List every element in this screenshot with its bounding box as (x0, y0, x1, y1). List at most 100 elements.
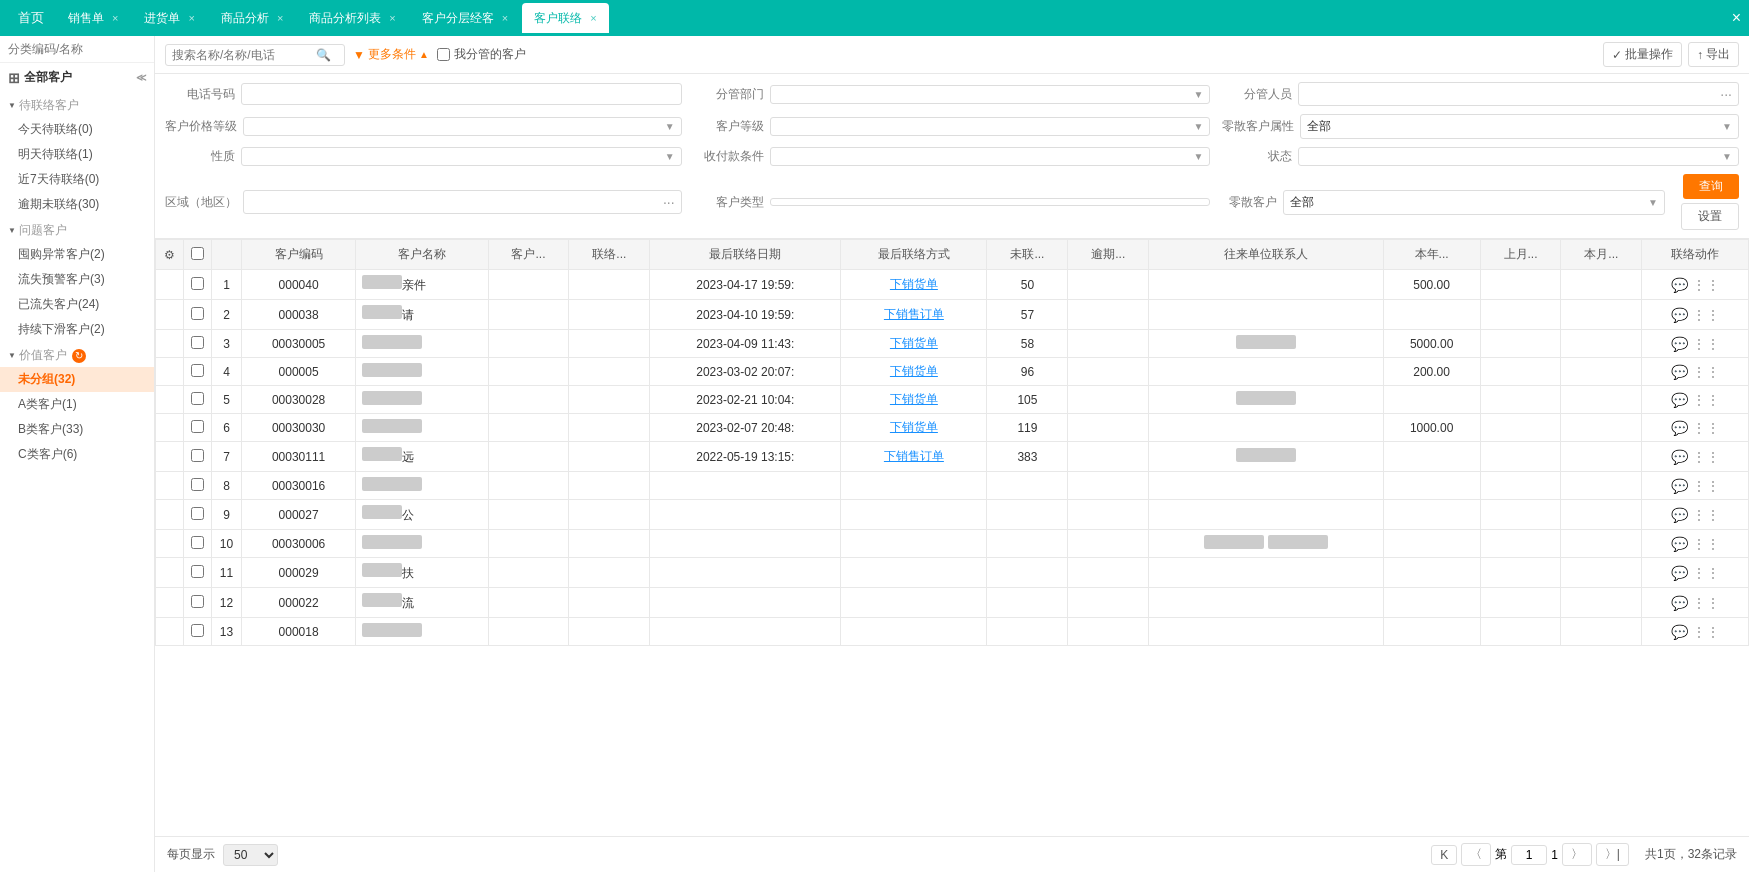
not-contacted-col-header[interactable]: 未联... (987, 240, 1068, 270)
close-contact-tab[interactable]: × (590, 12, 596, 24)
more-icon[interactable]: ⋮⋮ (1692, 364, 1720, 380)
last-method-cell[interactable] (841, 588, 987, 618)
tab-sales[interactable]: 销售单 × (56, 3, 130, 33)
phone-input[interactable] (241, 83, 682, 105)
export-button[interactable]: ↑ 导出 (1688, 42, 1739, 67)
reset-button[interactable]: 设置 (1681, 203, 1739, 230)
more-icon[interactable]: ⋮⋮ (1692, 277, 1720, 293)
sidebar-item-7days[interactable]: 近7天待联络(0) (0, 167, 154, 192)
table-settings-icon[interactable]: ⚙ (164, 248, 175, 262)
checkbox-cell[interactable] (184, 442, 212, 472)
filter-search-icon[interactable]: 🔍 (316, 48, 331, 62)
more-icon[interactable]: ⋮⋮ (1692, 449, 1720, 465)
sidebar-item-declining[interactable]: 持续下滑客户(2) (0, 317, 154, 342)
message-icon[interactable]: 💬 (1671, 307, 1688, 323)
message-icon[interactable]: 💬 (1671, 536, 1688, 552)
price-grade-select[interactable]: ▼ (243, 117, 682, 136)
more-conditions-btn[interactable]: ▼ 更多条件 ▲ (353, 46, 429, 63)
last-method-cell[interactable] (841, 618, 987, 646)
sidebar-item-classA[interactable]: A类客户(1) (0, 392, 154, 417)
checkbox-cell[interactable] (184, 358, 212, 386)
row-checkbox[interactable] (191, 478, 204, 491)
more-icon[interactable]: ⋮⋮ (1692, 507, 1720, 523)
checkbox-cell[interactable] (184, 558, 212, 588)
close-sales-tab[interactable]: × (112, 12, 118, 24)
region-input[interactable]: ··· (243, 190, 682, 214)
close-purchase-tab[interactable]: × (188, 12, 194, 24)
checkbox-cell[interactable] (184, 300, 212, 330)
tab-product-analysis[interactable]: 商品分析 × (209, 3, 295, 33)
group-problem-label[interactable]: ▼ 问题客户 (0, 217, 154, 242)
this-month-col-header[interactable]: 本月... (1561, 240, 1642, 270)
last-method-cell[interactable]: 下销货单 (841, 330, 987, 358)
more-icon[interactable]: ⋮⋮ (1692, 595, 1720, 611)
status-select[interactable]: ▼ (1298, 147, 1739, 166)
more-icon[interactable]: ⋮⋮ (1692, 307, 1720, 323)
group-value-label[interactable]: ▼ 价值客户 ↻ (0, 342, 154, 367)
last-method-cell[interactable]: 下销售订单 (841, 442, 987, 472)
my-customers-checkbox[interactable]: 我分管的客户 (437, 46, 526, 63)
message-icon[interactable]: 💬 (1671, 507, 1688, 523)
checkbox-cell[interactable] (184, 270, 212, 300)
prev-page-btn[interactable]: 〈 (1461, 843, 1491, 866)
message-icon[interactable]: 💬 (1671, 392, 1688, 408)
message-icon[interactable]: 💬 (1671, 364, 1688, 380)
more-icon[interactable]: ⋮⋮ (1692, 536, 1720, 552)
last-page-btn[interactable]: 〉| (1596, 843, 1629, 866)
sidebar-item-classB[interactable]: B类客户(33) (0, 417, 154, 442)
message-icon[interactable]: 💬 (1671, 565, 1688, 581)
more-icon[interactable]: ⋮⋮ (1692, 478, 1720, 494)
contact-col-header[interactable]: 联络... (569, 240, 650, 270)
sparse-customer-select[interactable]: 全部 ▼ (1283, 190, 1665, 215)
message-icon[interactable]: 💬 (1671, 478, 1688, 494)
overdue-col-header[interactable]: 逾期... (1068, 240, 1149, 270)
last-method-cell[interactable]: 下销售订单 (841, 300, 987, 330)
message-icon[interactable]: 💬 (1671, 277, 1688, 293)
row-checkbox[interactable] (191, 392, 204, 405)
tab-product-list[interactable]: 商品分析列表 × (297, 3, 407, 33)
row-checkbox[interactable] (191, 336, 204, 349)
select-all-checkbox[interactable] (191, 247, 204, 260)
last-method-link[interactable]: 下销售订单 (884, 449, 944, 463)
message-icon[interactable]: 💬 (1671, 624, 1688, 640)
last-method-cell[interactable]: 下销货单 (841, 358, 987, 386)
last-method-link[interactable]: 下销货单 (890, 277, 938, 291)
more-icon[interactable]: ⋮⋮ (1692, 565, 1720, 581)
code-col-header[interactable]: 客户编码 (242, 240, 356, 270)
sidebar-item-abnormal[interactable]: 囤购异常客户(2) (0, 242, 154, 267)
payment-select[interactable]: ▼ (770, 147, 1211, 166)
company-contact-col-header[interactable]: 往来单位联系人 (1149, 240, 1383, 270)
last-method-link[interactable]: 下销货单 (890, 420, 938, 434)
more-icon[interactable]: ⋮⋮ (1692, 392, 1720, 408)
sparse-attr-select[interactable]: 全部 ▼ (1300, 114, 1739, 139)
more-icon[interactable]: ⋮⋮ (1692, 420, 1720, 436)
close-window[interactable]: × (1732, 9, 1741, 27)
message-icon[interactable]: 💬 (1671, 420, 1688, 436)
sidebar-item-ungroup[interactable]: 未分组(32) (0, 367, 154, 392)
sidebar-item-overdue[interactable]: 逾期未联络(30) (0, 192, 154, 217)
last-method-link[interactable]: 下销售订单 (884, 307, 944, 321)
checkbox-cell[interactable] (184, 472, 212, 500)
sidebar-item-today[interactable]: 今天待联络(0) (0, 117, 154, 142)
last-method-cell[interactable] (841, 558, 987, 588)
checkbox-cell[interactable] (184, 618, 212, 646)
checkbox-cell[interactable] (184, 330, 212, 358)
last-method-link[interactable]: 下销货单 (890, 364, 938, 378)
last-method-cell[interactable] (841, 500, 987, 530)
checkbox-cell[interactable] (184, 500, 212, 530)
close-product-list-tab[interactable]: × (389, 12, 395, 24)
checkbox-cell[interactable] (184, 414, 212, 442)
row-checkbox[interactable] (191, 364, 204, 377)
sidebar-item-tomorrow[interactable]: 明天待联络(1) (0, 142, 154, 167)
close-product-analysis-tab[interactable]: × (277, 12, 283, 24)
last-method-cell[interactable]: 下销货单 (841, 386, 987, 414)
message-icon[interactable]: 💬 (1671, 336, 1688, 352)
name-col-header[interactable]: 客户名称 (356, 240, 488, 270)
message-icon[interactable]: 💬 (1671, 595, 1688, 611)
close-segment-tab[interactable]: × (502, 12, 508, 24)
type-col-header[interactable]: 客户... (488, 240, 569, 270)
last-date-col-header[interactable]: 最后联络日期 (650, 240, 841, 270)
page-number-input[interactable] (1511, 845, 1547, 865)
sidebar-item-churn-warning[interactable]: 流失预警客户(3) (0, 267, 154, 292)
filter-search-input[interactable] (172, 48, 312, 62)
